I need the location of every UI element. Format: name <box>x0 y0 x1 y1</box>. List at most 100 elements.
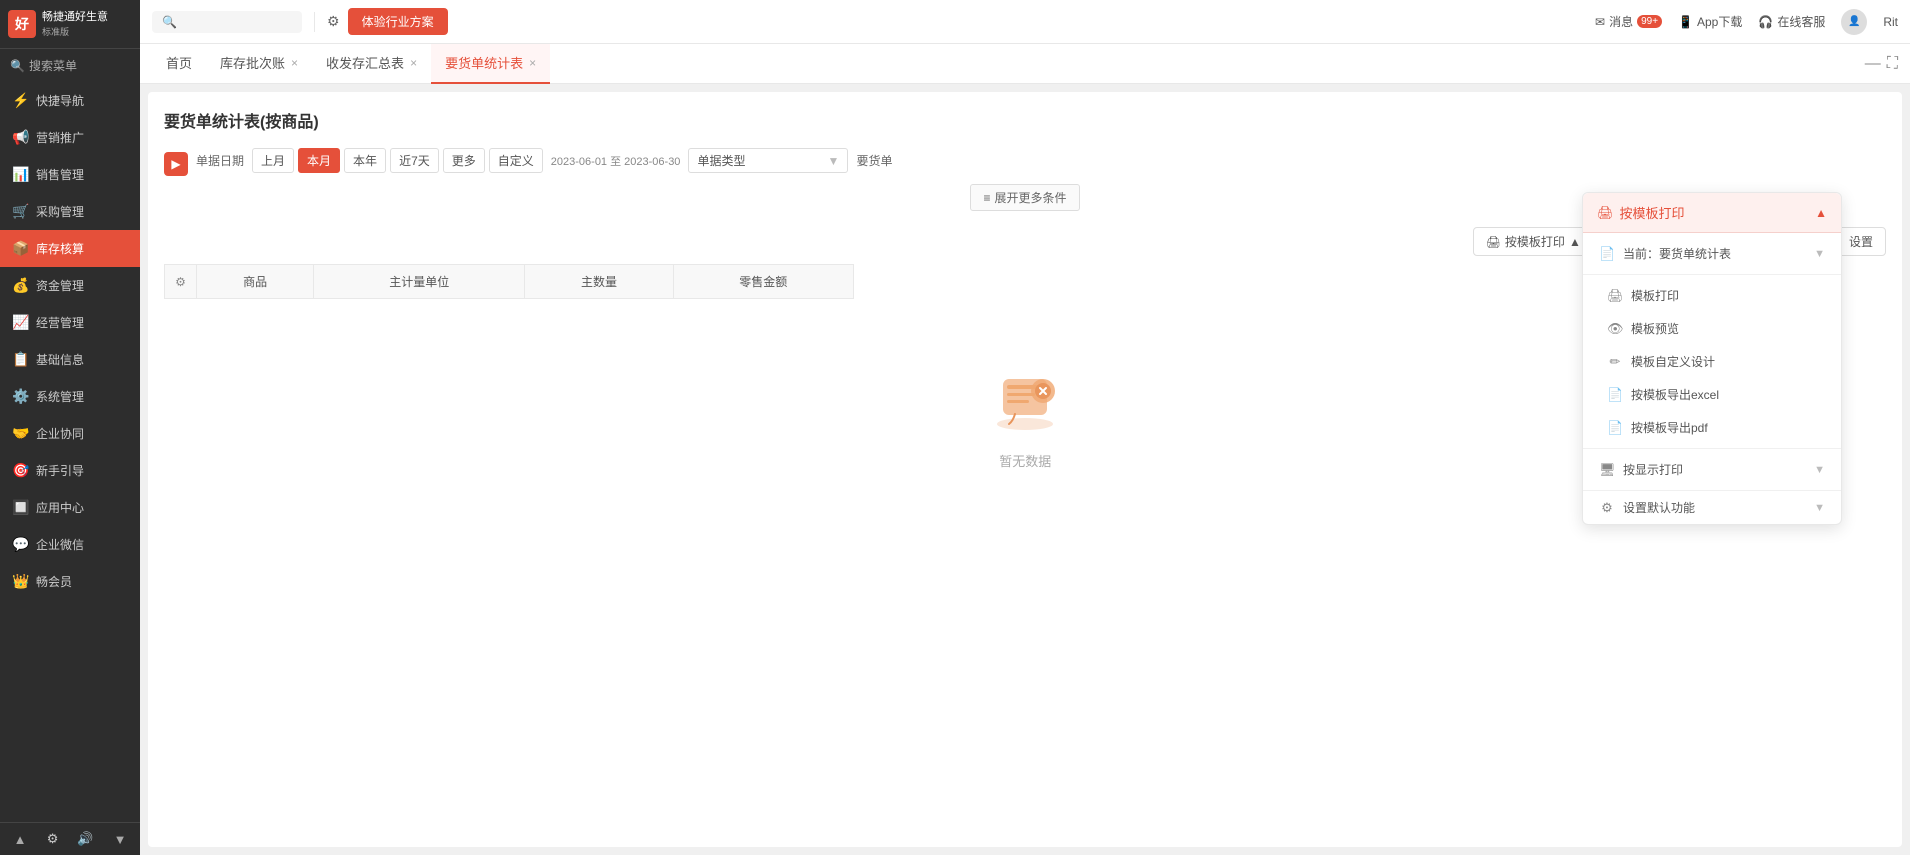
basic-icon: 📋 <box>12 351 28 368</box>
date-current-year[interactable]: 本年 <box>344 148 386 173</box>
app-download-label: App下载 <box>1697 13 1742 30</box>
dropdown-title: 按模板打印 <box>1620 203 1685 222</box>
scroll-up-icon[interactable]: ▲ <box>12 831 28 847</box>
tab-batch-account[interactable]: 库存批次账 × <box>206 44 312 84</box>
date-range-text: 2023-06-01 至 2023-06-30 <box>551 153 681 169</box>
message-icon: ✉ <box>1595 15 1605 29</box>
dropdown-template-print[interactable]: 🖨 模板打印 <box>1583 279 1841 312</box>
template-print-label: 模板打印 <box>1631 287 1679 304</box>
tab-requisition-stats[interactable]: 要货单统计表 × <box>431 44 550 84</box>
tab-maximize-icon[interactable]: ⛶ <box>1887 55 1898 73</box>
filter-bar: ▶ 单据日期 上月 本月 本年 近7天 更多 自定义 2023-06-01 至 … <box>164 148 1886 176</box>
sidebar-search[interactable]: 🔍 搜索菜单 <box>0 49 140 82</box>
sidebar: 好 畅捷通好生意 标准版 🔍 搜索菜单 ⚡ 快捷导航 📢 营销推广 📊 销售管理… <box>0 0 140 855</box>
settings-label: 设置 <box>1849 233 1873 250</box>
sidebar-item-business[interactable]: 📈 经营管理 <box>0 304 140 341</box>
sidebar-item-purchase[interactable]: 🛒 采购管理 <box>0 193 140 230</box>
sidebar-item-inventory[interactable]: 📦 库存核算 <box>0 230 140 267</box>
sidebar-item-label: 快捷导航 <box>36 92 84 109</box>
tab-batch-account-close[interactable]: × <box>291 56 298 70</box>
search-icon: 🔍 <box>10 59 25 73</box>
tab-requisition-stats-close[interactable]: × <box>529 56 536 70</box>
sidebar-item-guide[interactable]: 🎯 新手引导 <box>0 452 140 489</box>
tab-batch-account-label: 库存批次账 <box>220 53 285 72</box>
dropdown-template-design[interactable]: ✏ 模板自定义设计 <box>1583 345 1841 378</box>
tab-minimize-icon[interactable]: — <box>1865 55 1881 73</box>
sidebar-item-label: 新手引导 <box>36 462 84 479</box>
message-label: 消息 <box>1609 13 1633 30</box>
sidebar-item-apps[interactable]: 🔲 应用中心 <box>0 489 140 526</box>
type-filter-select[interactable]: 单据类型 ▼ <box>688 148 848 173</box>
current-template-arrow: ▼ <box>1814 248 1825 260</box>
topbar-search[interactable]: 🔍 <box>152 11 302 33</box>
sidebar-item-basic[interactable]: 📋 基础信息 <box>0 341 140 378</box>
print-template-button[interactable]: 🖨 按模板打印 ▲ <box>1473 227 1594 256</box>
sidebar-item-label: 畅会员 <box>36 573 72 590</box>
sidebar-item-member[interactable]: 👑 畅会员 <box>0 563 140 600</box>
export-pdf-label: 按模板导出pdf <box>1631 419 1708 436</box>
trial-button[interactable]: 体验行业方案 <box>348 8 448 35</box>
topbar-settings-icon[interactable]: ⚙ <box>327 13 340 30</box>
audio-icon[interactable]: 🔊 <box>77 831 93 847</box>
template-preview-label: 模板预览 <box>1631 320 1679 337</box>
sidebar-item-marketing[interactable]: 📢 营销推广 <box>0 119 140 156</box>
expand-more-button[interactable]: ≡ 展开更多条件 <box>970 184 1079 211</box>
date-current-month[interactable]: 本月 <box>298 148 340 173</box>
date-more[interactable]: 更多 <box>443 148 485 173</box>
filter-expand-btn[interactable]: ▶ <box>164 152 188 176</box>
quick-nav-icon: ⚡ <box>12 92 28 109</box>
app-download-button[interactable]: 📱 App下载 <box>1678 13 1742 30</box>
sidebar-bottom: ▲ ⚙ 🔊 ▼ <box>0 822 140 855</box>
sidebar-item-quick-nav[interactable]: ⚡ 快捷导航 <box>0 82 140 119</box>
type-filter-chevron: ▼ <box>828 154 840 168</box>
template-design-icon: ✏ <box>1607 354 1623 370</box>
user-name: Rit <box>1883 15 1898 29</box>
sidebar-item-sales[interactable]: 📊 销售管理 <box>0 156 140 193</box>
settings-gear-icon[interactable]: ⚙ <box>47 831 59 847</box>
date-last7[interactable]: 近7天 <box>390 148 439 173</box>
main-area: 🔍 ⚙ 体验行业方案 ✉ 消息 99+ 📱 App下载 🎧 在线客服 👤 Rit <box>140 0 1910 855</box>
dropdown-template-preview[interactable]: 👁 模板预览 <box>1583 312 1841 345</box>
guide-icon: 🎯 <box>12 462 28 479</box>
date-custom[interactable]: 自定义 <box>489 148 543 173</box>
dropdown-close-arrow[interactable]: ▲ <box>1815 206 1827 220</box>
sidebar-item-label: 营销推广 <box>36 129 84 146</box>
sidebar-item-collab[interactable]: 🤝 企业协同 <box>0 415 140 452</box>
type-filter-label: 单据类型 <box>697 152 745 169</box>
tab-collection-summary-close[interactable]: × <box>410 56 417 70</box>
table-header-settings[interactable]: ⚙ <box>165 265 197 299</box>
user-avatar[interactable]: 👤 <box>1841 9 1867 35</box>
sidebar-item-finance[interactable]: 💰 资金管理 <box>0 267 140 304</box>
sidebar-item-label: 应用中心 <box>36 499 84 516</box>
tab-home-label: 首页 <box>166 53 192 72</box>
dropdown-header-left: 🖨 按模板打印 <box>1597 203 1685 222</box>
dropdown-set-default[interactable]: ⚙ 设置默认功能 ▼ <box>1583 491 1841 524</box>
topbar-search-icon: 🔍 <box>162 15 177 29</box>
set-default-arrow: ▼ <box>1814 502 1825 514</box>
tab-collection-summary[interactable]: 收发存汇总表 × <box>312 44 431 84</box>
table-settings-icon[interactable]: ⚙ <box>175 275 186 289</box>
apps-icon: 🔲 <box>12 499 28 516</box>
tabbar-controls: — ⛶ <box>1865 55 1898 73</box>
support-icon: 🎧 <box>1758 15 1773 29</box>
dropdown-default-section: ⚙ 设置默认功能 ▼ <box>1583 491 1841 524</box>
settings-button[interactable]: 设置 <box>1836 227 1886 256</box>
table-header-goods: 商品 <box>197 265 314 299</box>
scroll-down-icon[interactable]: ▼ <box>112 831 128 847</box>
date-prev-month[interactable]: 上月 <box>252 148 294 173</box>
message-button[interactable]: ✉ 消息 99+ <box>1595 13 1662 30</box>
print-template-label: 按模板打印 <box>1505 233 1565 250</box>
dropdown-template-export-pdf[interactable]: 📄 按模板导出pdf <box>1583 411 1841 444</box>
sidebar-item-wechat[interactable]: 💬 企业微信 <box>0 526 140 563</box>
online-support-button[interactable]: 🎧 在线客服 <box>1758 13 1825 30</box>
dropdown-print-icon: 🖨 <box>1597 205 1614 221</box>
dropdown-current-template[interactable]: 📄 当前：要货单统计表 ▼ <box>1583 237 1841 270</box>
inventory-icon: 📦 <box>12 240 28 257</box>
dropdown-display-print[interactable]: 🖥 按显示打印 ▼ <box>1583 453 1841 486</box>
sidebar-item-system[interactable]: ⚙️ 系统管理 <box>0 378 140 415</box>
dropdown-current-section: 📄 当前：要货单统计表 ▼ <box>1583 233 1841 275</box>
tab-home[interactable]: 首页 <box>152 44 206 84</box>
dropdown-template-export-excel[interactable]: 📄 按模板导出excel <box>1583 378 1841 411</box>
dropdown-actions-section: 🖨 模板打印 👁 模板预览 ✏ 模板自定义设计 📄 按模板导出excel 📄 <box>1583 275 1841 449</box>
business-icon: 📈 <box>12 314 28 331</box>
